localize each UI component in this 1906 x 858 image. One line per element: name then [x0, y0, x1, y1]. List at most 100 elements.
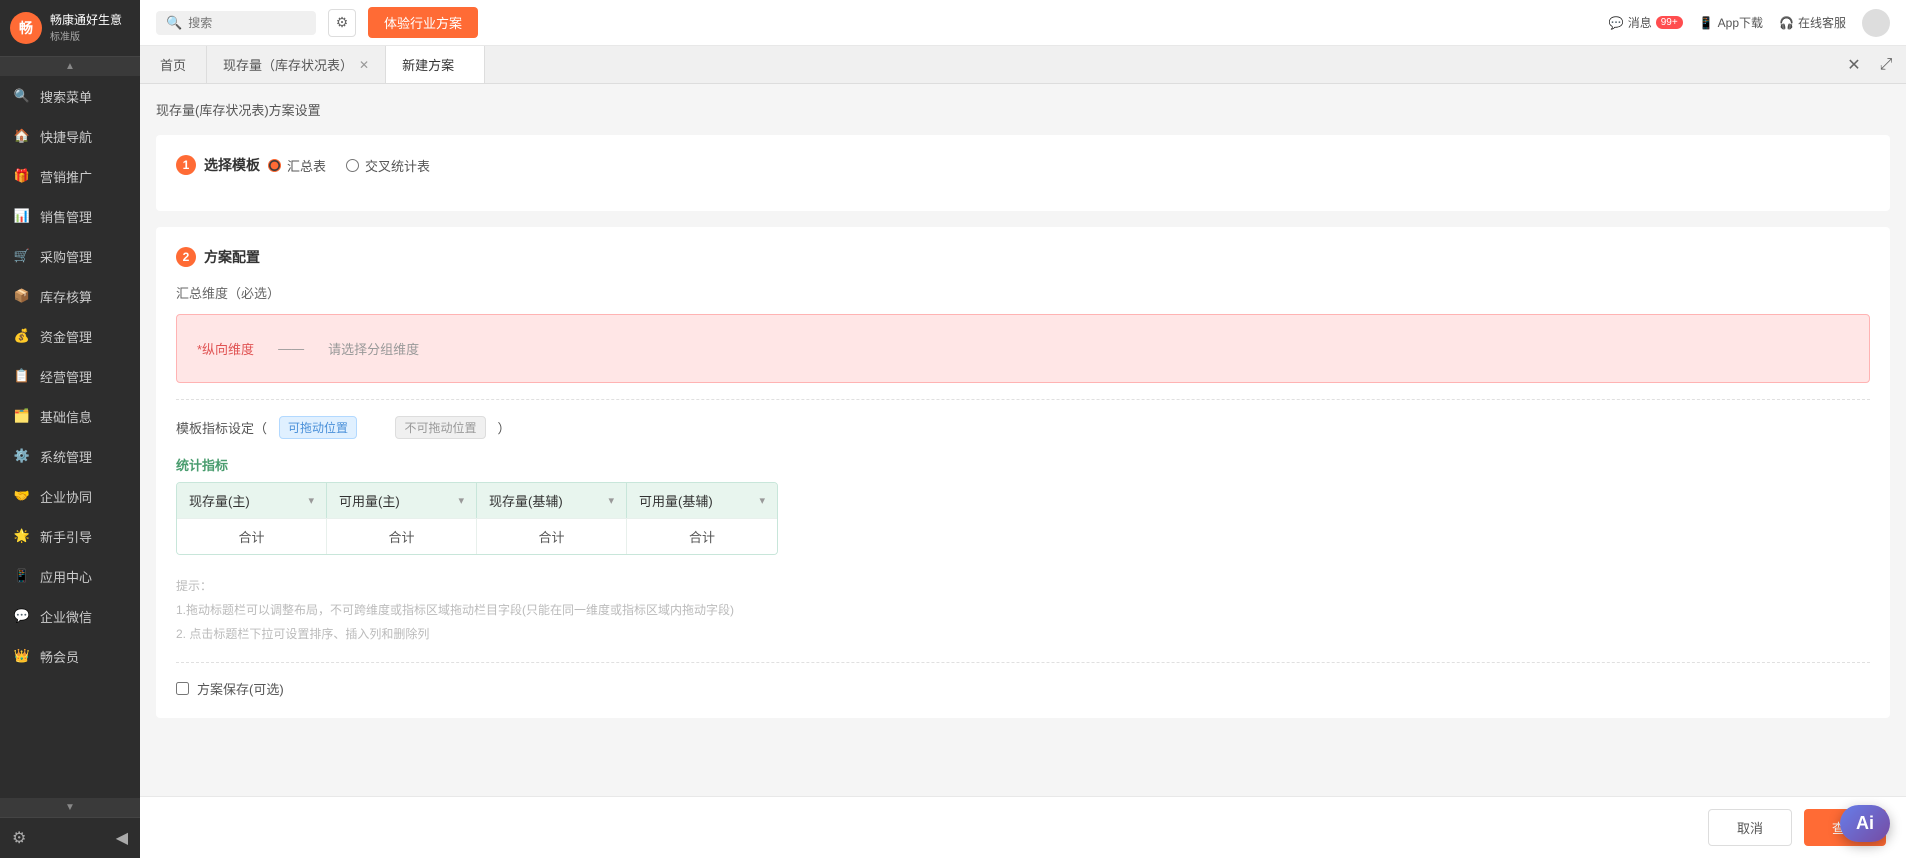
- stats-col-1[interactable]: 可用量(主) ▾: [327, 483, 477, 518]
- sidebar-nav: 🔍 搜索菜单 🏠 快捷导航 🎁 营销推广 📊 销售管理 🛒 采购管理 📦 库存核…: [0, 76, 140, 798]
- purchase-icon: 🛒: [12, 246, 32, 266]
- message-icon: 💬: [1609, 16, 1624, 30]
- tab-new-plan[interactable]: 新建方案 ✕: [386, 46, 485, 83]
- sidebar-item-system[interactable]: ⚙️ 系统管理: [0, 436, 140, 476]
- stats-col-2-label: 现存量(基辅): [489, 491, 563, 510]
- section1-header: 1 选择模板 汇总表 交叉统计表: [176, 155, 1870, 175]
- template-radio-group: 汇总表 交叉统计表: [268, 156, 430, 175]
- stats-col-1-label: 可用量(主): [339, 491, 400, 510]
- tips-title: 提示：: [176, 574, 1870, 598]
- sidebar-item-label: 快捷导航: [40, 127, 92, 146]
- dim-dash: ——: [278, 341, 304, 356]
- sidebar-scroll-up[interactable]: ▲: [0, 57, 140, 76]
- sidebar-item-label: 资金管理: [40, 327, 92, 346]
- search-bar[interactable]: 🔍: [156, 11, 316, 35]
- radio-summary[interactable]: 汇总表: [268, 156, 326, 175]
- radio-cross[interactable]: 交叉统计表: [346, 156, 430, 175]
- cancel-button[interactable]: 取消: [1708, 809, 1792, 846]
- phone-icon: 📱: [1699, 16, 1714, 30]
- sidebar-item-wechat[interactable]: 💬 企业微信: [0, 596, 140, 636]
- tips-item-1: 2. 点击标题栏下拉可设置排序、插入列和删除列: [176, 622, 1870, 646]
- stats-cell-0-0: 合计: [177, 519, 327, 554]
- tab-inventory-label: 现存量（库存状况表）: [223, 55, 353, 74]
- radio-summary-label: 汇总表: [287, 156, 326, 175]
- sidebar-item-business[interactable]: 📋 经营管理: [0, 356, 140, 396]
- stats-col-0[interactable]: 现存量(主) ▾: [177, 483, 327, 518]
- sidebar-scroll-down[interactable]: ▼: [0, 798, 140, 817]
- app-version: 标准版: [50, 28, 122, 43]
- chevron-down-icon-1[interactable]: ▾: [458, 494, 464, 507]
- indicator-setting-label: 模板指标设定（: [176, 418, 267, 437]
- radio-cross-label: 交叉统计表: [365, 156, 430, 175]
- sidebar-item-label: 企业微信: [40, 607, 92, 626]
- sidebar-item-purchase[interactable]: 🛒 采购管理: [0, 236, 140, 276]
- stats-section-label: 统计指标: [176, 455, 1870, 474]
- cooperation-icon: 🤝: [12, 486, 32, 506]
- gear-button[interactable]: ⚙: [328, 9, 356, 37]
- ai-bubble[interactable]: Ai: [1840, 805, 1890, 842]
- trial-industry-button[interactable]: 体验行业方案: [368, 7, 478, 38]
- section-divider-2: [176, 662, 1870, 663]
- dimension-area[interactable]: *纵向维度 —— 请选择分组维度: [176, 314, 1870, 383]
- tab-new-close-icon[interactable]: ✕: [458, 58, 468, 72]
- sidebar-item-newbie[interactable]: 🌟 新手引导: [0, 516, 140, 556]
- stats-cell-0-3: 合计: [627, 519, 777, 554]
- sidebar-item-marketing[interactable]: 🎁 营销推广: [0, 156, 140, 196]
- indicator-close-paren: ）: [498, 418, 511, 437]
- search-menu-icon: 🔍: [12, 86, 32, 106]
- vertical-dim-label: *纵向维度: [197, 339, 254, 358]
- sidebar-footer: ⚙ ◀: [0, 817, 140, 858]
- sidebar-item-member[interactable]: 👑 畅会员: [0, 636, 140, 676]
- settings-icon[interactable]: ⚙: [12, 828, 26, 848]
- tab-home[interactable]: 首页: [140, 46, 207, 83]
- sidebar-item-inventory[interactable]: 📦 库存核算: [0, 276, 140, 316]
- tab-bar-actions: ✕ ⤢: [1842, 53, 1906, 77]
- section2-title: 方案配置: [204, 247, 260, 267]
- message-action[interactable]: 💬 消息 99+: [1609, 14, 1683, 31]
- tab-inventory-close-icon[interactable]: ✕: [359, 58, 369, 72]
- message-label: 消息: [1628, 14, 1652, 31]
- chevron-down-icon-0[interactable]: ▾: [308, 494, 314, 507]
- chevron-down-icon-3[interactable]: ▾: [759, 494, 765, 507]
- draggable-badge: 可拖动位置: [279, 416, 357, 439]
- save-checkbox[interactable]: [176, 682, 189, 695]
- sidebar-item-sales[interactable]: 📊 销售管理: [0, 196, 140, 236]
- close-tab-icon[interactable]: ✕: [1842, 53, 1866, 77]
- expand-tab-icon[interactable]: ⤢: [1874, 53, 1898, 77]
- tab-home-label: 首页: [160, 55, 186, 74]
- section1-num: 1: [176, 155, 196, 175]
- page-title: 现存量(库存状况表)方案设置: [156, 100, 1890, 119]
- user-avatar[interactable]: [1862, 9, 1890, 37]
- stats-table-row-0: 合计 合计 合计 合计: [177, 518, 777, 554]
- radio-summary-input[interactable]: [268, 159, 281, 172]
- main-area: 🔍 ⚙ 体验行业方案 💬 消息 99+ 📱 App下载 🎧 在线客服: [140, 0, 1906, 858]
- stats-col-3[interactable]: 可用量(基辅) ▾: [627, 483, 777, 518]
- sidebar-item-label: 库存核算: [40, 287, 92, 306]
- headset-icon: 🎧: [1779, 16, 1794, 30]
- online-service-action[interactable]: 🎧 在线客服: [1779, 14, 1846, 31]
- online-service-label: 在线客服: [1798, 14, 1846, 31]
- stats-col-2[interactable]: 现存量(基辅) ▾: [477, 483, 627, 518]
- save-option-label[interactable]: 方案保存(可选): [197, 679, 284, 698]
- sidebar-item-basic-info[interactable]: 🗂️ 基础信息: [0, 396, 140, 436]
- radio-cross-input[interactable]: [346, 159, 359, 172]
- sidebar-item-search-menu[interactable]: 🔍 搜索菜单: [0, 76, 140, 116]
- sidebar-item-label: 企业协同: [40, 487, 92, 506]
- sidebar-item-quick-nav[interactable]: 🏠 快捷导航: [0, 116, 140, 156]
- top-header: 🔍 ⚙ 体验行业方案 💬 消息 99+ 📱 App下载 🎧 在线客服: [140, 0, 1906, 46]
- search-input[interactable]: [188, 16, 306, 30]
- section-divider: [176, 399, 1870, 400]
- app-logo: 畅 畅康通好生意 标准版: [0, 0, 140, 57]
- audio-icon[interactable]: ◀: [116, 828, 128, 848]
- sidebar-item-label: 经营管理: [40, 367, 92, 386]
- chevron-down-icon-2[interactable]: ▾: [608, 494, 614, 507]
- tab-inventory-status[interactable]: 现存量（库存状况表） ✕: [207, 46, 386, 83]
- sidebar-item-app-center[interactable]: 📱 应用中心: [0, 556, 140, 596]
- sidebar-item-finance[interactable]: 💰 资金管理: [0, 316, 140, 356]
- app-download-action[interactable]: 📱 App下载: [1699, 14, 1763, 31]
- sales-icon: 📊: [12, 206, 32, 226]
- sidebar-item-cooperation[interactable]: 🤝 企业协同: [0, 476, 140, 516]
- sidebar: 畅 畅康通好生意 标准版 ▲ 🔍 搜索菜单 🏠 快捷导航 🎁 营销推广 📊 销售…: [0, 0, 140, 858]
- header-right: 💬 消息 99+ 📱 App下载 🎧 在线客服: [1609, 9, 1890, 37]
- section2-num: 2: [176, 247, 196, 267]
